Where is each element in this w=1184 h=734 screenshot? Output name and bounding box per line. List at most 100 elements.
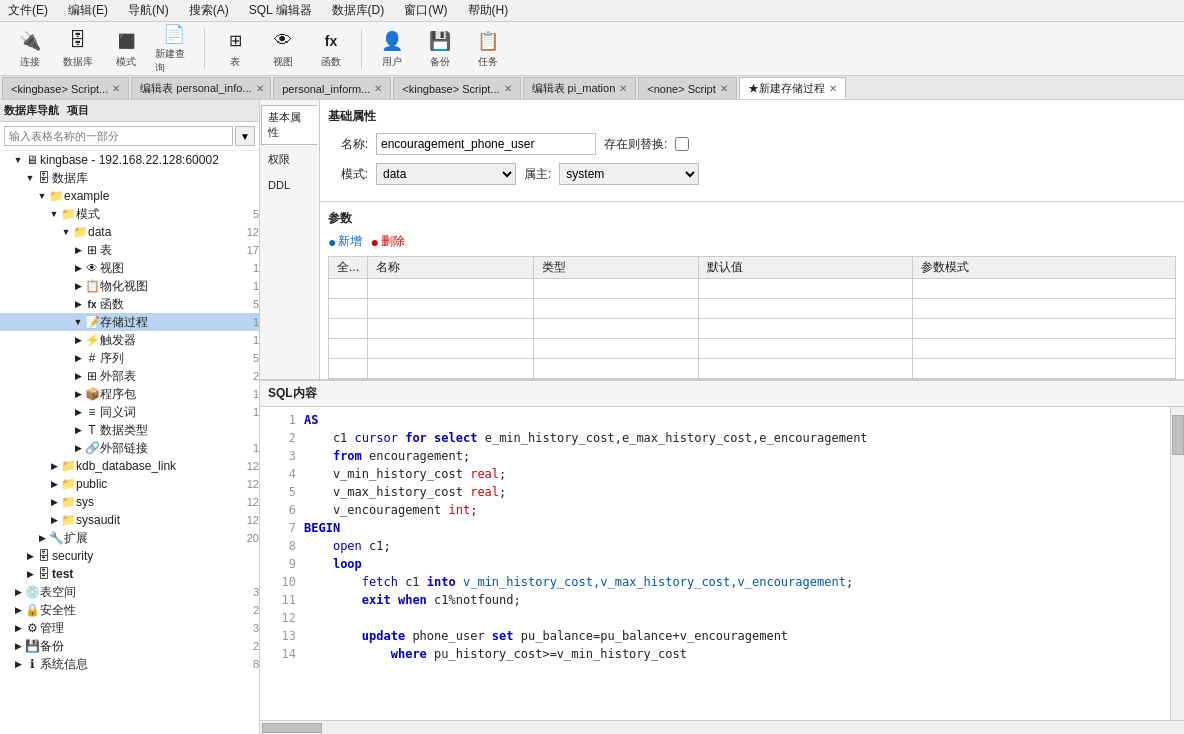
tab-1[interactable]: 编辑表 personal_info... ✕ [131,77,271,99]
menu-help[interactable]: 帮助(H) [464,0,513,21]
props-tab-basic[interactable]: 基本属性 [261,105,318,145]
security-db-icon: 🗄 [36,549,52,563]
tree-kdb[interactable]: ▶ 📁 kdb_database_link 12 [0,457,259,475]
tab-0[interactable]: <kingbase> Script... ✕ [2,77,129,99]
tree-tablespaces[interactable]: ▶ 💿 表空间 3 [0,583,259,601]
foreignlinks-arrow: ▶ [72,443,84,453]
tree-triggers[interactable]: ▶ ⚡ 触发器 1 [0,331,259,349]
params-title: 参数 [328,210,1176,227]
nav-db-tab[interactable]: 数据库导航 [4,103,59,118]
toolbar-backup-button[interactable]: 💾 备份 [418,26,462,72]
toolbar-table-button[interactable]: ⊞ 表 [213,26,257,72]
tree-functions[interactable]: ▶ fx 函数 5 [0,295,259,313]
toolbar-connect-button[interactable]: 🔌 连接 [8,26,52,72]
col-default[interactable]: 默认值 [699,257,913,279]
foreignlinks-label: 外部链接 [100,440,249,457]
toolbar-schema-button[interactable]: ⬛ 模式 [104,26,148,72]
tab-3-close[interactable]: ✕ [504,83,512,94]
menu-sqleditor[interactable]: SQL 编辑器 [245,0,316,21]
col-type[interactable]: 类型 [533,257,699,279]
sql-line-8: 8 open c1; [268,537,1176,555]
menu-nav[interactable]: 导航(N) [124,0,173,21]
schema-arrow: ▼ [48,209,60,219]
tree-foreigntables[interactable]: ▶ ⊞ 外部表 2 [0,367,259,385]
tree-schema[interactable]: ▼ 📁 模式 5 [0,205,259,223]
toolbar-view-button[interactable]: 👁 视图 [261,26,305,72]
toolbar-task-button[interactable]: 📋 任务 [466,26,510,72]
tab-5[interactable]: <none> Script ✕ [638,77,737,99]
tree-sequences[interactable]: ▶ # 序列 5 [0,349,259,367]
props-tab-permissions[interactable]: 权限 [261,147,318,172]
tab-4[interactable]: 编辑表 pi_mation ✕ [523,77,637,99]
tab-4-close[interactable]: ✕ [619,83,627,94]
name-input[interactable] [376,133,596,155]
sql-editor-wrap[interactable]: 1 AS 2 c1 cursor for select e_min_histor… [260,407,1184,720]
sys-icon: 📁 [60,495,76,509]
tree-procedures[interactable]: ▼ 📝 存储过程 1 [0,313,259,331]
col-name[interactable]: 名称 [368,257,534,279]
functions-label: 函数 [100,296,249,313]
col-all[interactable]: 全... [329,257,368,279]
tab-6-close[interactable]: ✕ [829,83,837,94]
tab-5-close[interactable]: ✕ [720,83,728,94]
col-mode[interactable]: 参数模式 [913,257,1176,279]
add-param-button[interactable]: ● 新增 [328,233,362,250]
tab-0-close[interactable]: ✕ [112,83,120,94]
sql-code-8: open c1; [304,537,391,555]
security-root-icon: 🔒 [24,603,40,617]
tree-packages[interactable]: ▶ 📦 程序包 1 [0,385,259,403]
tree-data[interactable]: ▼ 📁 data 12 [0,223,259,241]
tree-sys[interactable]: ▶ 📁 sys 12 [0,493,259,511]
sql-scrollbar-thumb [1172,415,1184,455]
tree-sysinfo[interactable]: ▶ ℹ 系统信息 8 [0,655,259,673]
menu-edit[interactable]: 编辑(E) [64,0,112,21]
sql-scrollbar-v[interactable] [1170,407,1184,720]
tree-foreignlinks[interactable]: ▶ 🔗 外部链接 1 [0,439,259,457]
del-param-button[interactable]: ● 删除 [370,233,404,250]
tree-synonyms[interactable]: ▶ ≡ 同义词 1 [0,403,259,421]
replace-checkbox[interactable] [675,137,689,151]
procedures-arrow: ▼ [72,317,84,327]
tree-example[interactable]: ▼ 📁 example [0,187,259,205]
owner-select[interactable]: system [559,163,699,185]
tree-backup[interactable]: ▶ 💾 备份 2 [0,637,259,655]
tree-public[interactable]: ▶ 📁 public 12 [0,475,259,493]
example-label: example [64,189,259,203]
tree-sysaudit[interactable]: ▶ 📁 sysaudit 12 [0,511,259,529]
nav-project-tab[interactable]: 项目 [67,103,89,118]
tab-6[interactable]: ★新建存储过程 ✕ [739,77,846,99]
sql-code-6: v_encouragement int; [304,501,477,519]
menu-search[interactable]: 搜索(A) [185,0,233,21]
tree-connection[interactable]: ▼ 🖥 kingbase - 192.168.22.128:60002 [0,151,259,169]
search-button[interactable]: ▼ [235,126,255,146]
tab-2[interactable]: personal_inform... ✕ [273,77,391,99]
toolbar-user-button[interactable]: 👤 用户 [370,26,414,72]
tree-security[interactable]: ▶ 🗄 security [0,547,259,565]
tab-1-close[interactable]: ✕ [256,83,264,94]
search-input[interactable] [4,126,233,146]
menubar: 文件(E) 编辑(E) 导航(N) 搜索(A) SQL 编辑器 数据库(D) 窗… [0,0,1184,22]
left-panel-header: 数据库导航 项目 [0,100,259,122]
tree-test[interactable]: ▶ 🗄 test [0,565,259,583]
test-arrow: ▶ [24,569,36,579]
tab-2-close[interactable]: ✕ [374,83,382,94]
tree-databases[interactable]: ▼ 🗄 数据库 [0,169,259,187]
tree-security-root[interactable]: ▶ 🔒 安全性 2 [0,601,259,619]
tree-matviews[interactable]: ▶ 📋 物化视图 1 [0,277,259,295]
schema-select[interactable]: data [376,163,516,185]
tree-tables[interactable]: ▶ ⊞ 表 17 [0,241,259,259]
toolbar-database-button[interactable]: 🗄 数据库 [56,26,100,72]
toolbar-newquery-button[interactable]: 📄 新建查询 [152,26,196,72]
toolbar-function-button[interactable]: fx 函数 [309,26,353,72]
tree-extensions[interactable]: ▶ 🔧 扩展 20 [0,529,259,547]
sql-scrollbar-h[interactable] [260,720,1184,734]
tree-views[interactable]: ▶ 👁 视图 1 [0,259,259,277]
tree-datatypes[interactable]: ▶ T 数据类型 [0,421,259,439]
tab-3[interactable]: <kingbase> Script... ✕ [393,77,520,99]
sql-editor[interactable]: 1 AS 2 c1 cursor for select e_min_histor… [260,407,1184,667]
menu-file[interactable]: 文件(E) [4,0,52,21]
props-tab-ddl[interactable]: DDL [261,174,318,196]
tree-management[interactable]: ▶ ⚙ 管理 3 [0,619,259,637]
menu-database[interactable]: 数据库(D) [328,0,389,21]
menu-window[interactable]: 窗口(W) [400,0,451,21]
